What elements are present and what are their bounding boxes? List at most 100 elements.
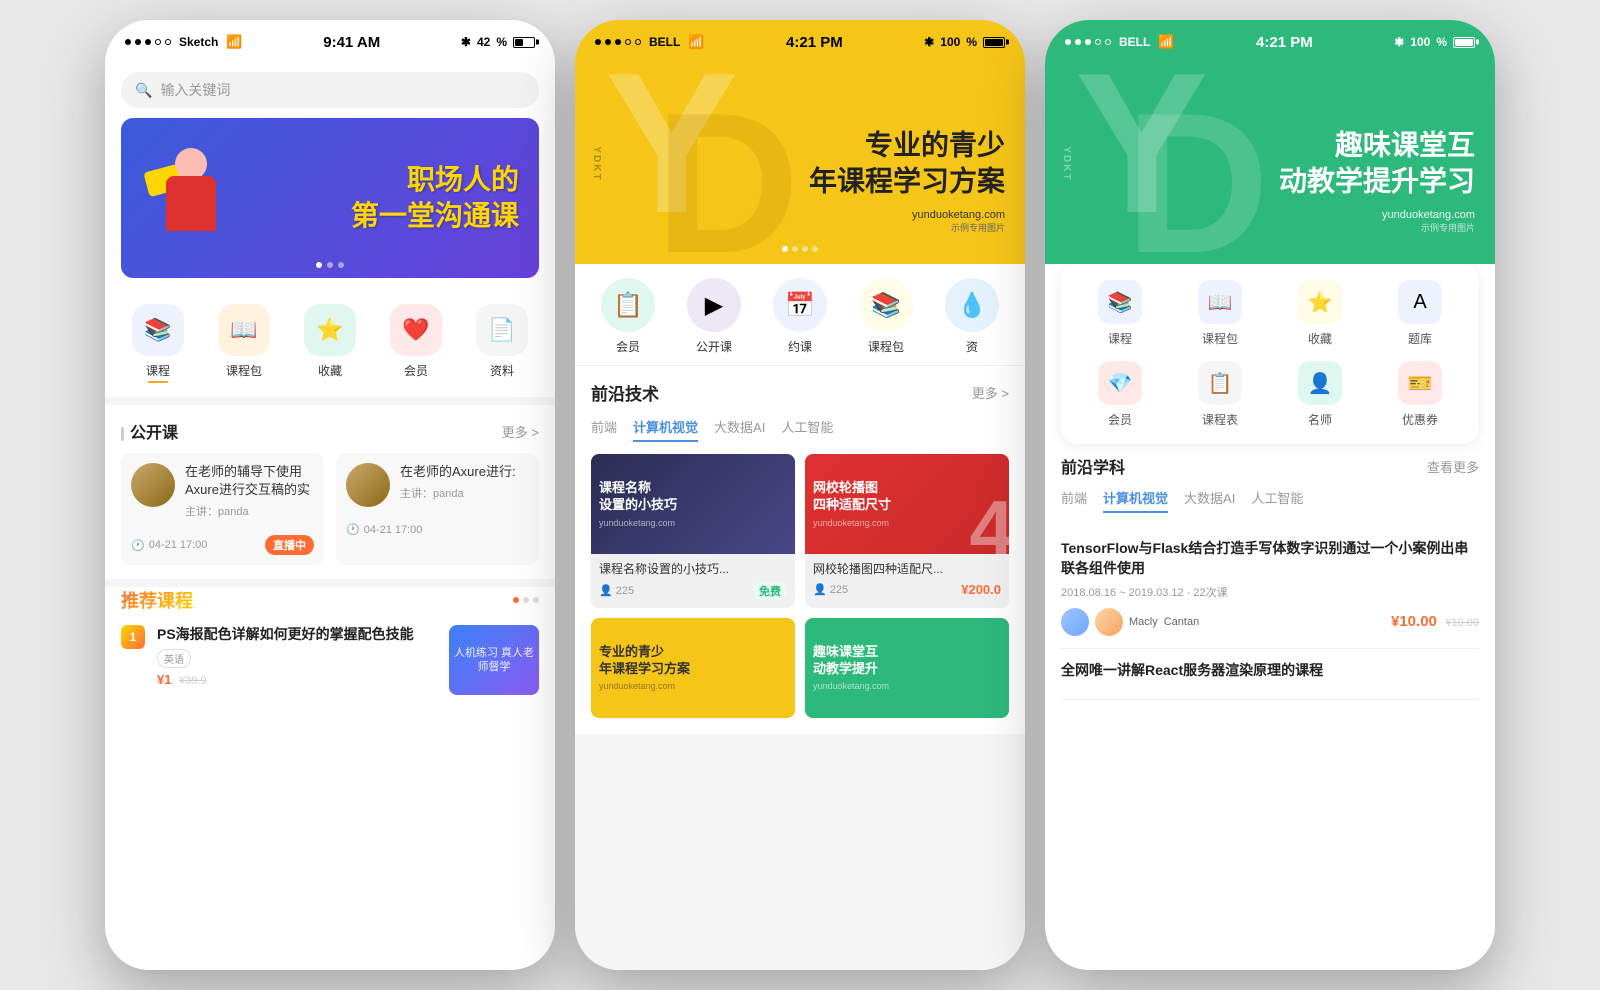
p3-nav-package[interactable]: 📖 课程包: [1177, 280, 1263, 347]
tab-bigdata-2[interactable]: 大数据AI: [714, 417, 765, 442]
p2-nav-member[interactable]: 📋 会员: [601, 278, 655, 355]
p3-course-footer-1: Macly Cantan ¥10.00 ¥10.00: [1061, 608, 1479, 636]
recommend-dots: [513, 597, 539, 603]
pd-4: [812, 246, 818, 252]
p2-course-card-2[interactable]: 网校轮播图四种适配尺寸 yunduoketang.com 4 网校轮播图四种适配…: [805, 454, 1009, 608]
person-body: [166, 176, 216, 231]
p3-more[interactable]: 查看更多: [1427, 457, 1479, 476]
public-title: 公开课: [121, 419, 178, 443]
p3-nav-course[interactable]: 📚 课程: [1077, 280, 1163, 347]
p2-thumb-number: 4: [970, 489, 1010, 554]
p2-nav-public[interactable]: ▶ 公开课: [687, 278, 741, 355]
p2-students-2: 👤 225: [813, 583, 848, 596]
tab-frontend-2[interactable]: 前端: [591, 417, 617, 442]
banner-main-text-3: 趣味课堂互 动教学提升学习: [1279, 128, 1475, 201]
p2-card-footer-2: 网校轮播图四种适配尺... 👤 225 ¥200.0: [805, 554, 1009, 605]
p3-nav-teacher[interactable]: 👤 名师: [1277, 361, 1363, 428]
course-card-2[interactable]: 在老师的Axure进行: 主讲：panda 🕐 04-21 17:00: [336, 453, 539, 565]
sig-dot-32: [1075, 39, 1081, 45]
banner-sub-2: yunduoketang.com 示例专用图片: [912, 209, 1005, 234]
nav-item-member[interactable]: ❤️ 会员: [390, 304, 442, 383]
card-avatar-row-1: 在老师的辅导下使用Axure进行交互稿的实 主讲：panda: [121, 453, 324, 529]
sig-dot-24: [625, 39, 631, 45]
battery-pct-1: 42: [477, 35, 490, 49]
teacher-avatar-cantan: [1095, 608, 1123, 636]
battery-icon-1: [513, 37, 535, 48]
p2-nav-material[interactable]: 💧 资: [945, 278, 999, 355]
p2-course-card-3[interactable]: 专业的青少年课程学习方案 yunduoketang.com: [591, 618, 795, 718]
p2-thumb-2: 网校轮播图四种适配尺寸 yunduoketang.com 4: [805, 454, 1009, 554]
phone-3: BELL 📶 4:21 PM ✱ 100% YDKT Y D 趣味课堂互 动教学…: [1045, 20, 1495, 970]
p2-nav-package[interactable]: 📚 课程包: [859, 278, 913, 355]
p2-course-card-1[interactable]: 课程名称设置的小技巧 yunduoketang.com 课程名称设置的小技巧..…: [591, 454, 795, 608]
p2-more[interactable]: 更多 >: [972, 383, 1009, 402]
p3-course-meta-1: 2018.08.16 ~ 2019.03.12 · 22次课: [1061, 584, 1479, 600]
p3-label-coupon: 优惠券: [1402, 411, 1438, 428]
public-more[interactable]: 更多 >: [502, 422, 539, 441]
course-card-1[interactable]: 在老师的辅导下使用Axure进行交互稿的实 主讲：panda 🕐 04-21 1…: [121, 453, 324, 565]
p2-nav-booking[interactable]: 📅 约课: [773, 278, 827, 355]
p3-course-item-2[interactable]: 全网唯一讲解React服务器渲染原理的课程: [1061, 649, 1479, 700]
bt-icon-3: ✱: [1394, 35, 1404, 49]
p2-tabs-row: 前端 计算机视觉 大数据AI 人工智能: [575, 413, 1025, 454]
p3-tab-ai[interactable]: 人工智能: [1251, 488, 1303, 513]
tab-ai-2[interactable]: 人工智能: [781, 417, 833, 442]
card-title-2: 在老师的Axure进行:: [400, 463, 529, 481]
nav-item-collect[interactable]: ⭐ 收藏: [304, 304, 356, 383]
p3-section-title: 前沿学科: [1061, 454, 1125, 478]
p2-thumb-overlay-1: 课程名称设置的小技巧 yunduoketang.com: [591, 454, 795, 554]
status-right-3: ✱ 100%: [1394, 35, 1475, 49]
p2-price-2: ¥200.0: [961, 582, 1001, 597]
p2-icon-material: 💧: [945, 278, 999, 332]
p3-tab-frontend[interactable]: 前端: [1061, 488, 1087, 513]
rec-price-1: ¥1 ¥39.9: [157, 672, 437, 687]
search-input-1[interactable]: 🔍 输入关键词: [121, 72, 539, 108]
battery-pct-2: 100: [940, 35, 960, 49]
person-figure: [141, 138, 241, 278]
nav-label-course: 课程: [146, 362, 170, 379]
bg-d-char-3: D: [1125, 84, 1269, 264]
p2-course-card-4[interactable]: 趣味课堂互动教学提升 yunduoketang.com: [805, 618, 1009, 718]
signal-dot-2: [135, 39, 141, 45]
p2-icon-public: ▶: [687, 278, 741, 332]
nav-item-material[interactable]: 📄 资料: [476, 304, 528, 383]
p3-nav-collect[interactable]: ⭐ 收藏: [1277, 280, 1363, 347]
teacher-name-cantan: Cantan: [1164, 616, 1199, 628]
time-text-1: 04-21 17:00: [149, 539, 208, 551]
tab-cv-2[interactable]: 计算机视觉: [633, 417, 698, 442]
signal-dot-4: [155, 39, 161, 45]
p3-nav-questions[interactable]: A 题库: [1377, 280, 1463, 347]
nav-item-course[interactable]: 📚 课程: [132, 304, 184, 383]
phone3-grid-nav: 📚 课程 📖 课程包 ⭐ 收藏 A 题库 💎 会员 📋 课程表: [1061, 264, 1479, 444]
p2-courses-grid: 课程名称设置的小技巧 yunduoketang.com 课程名称设置的小技巧..…: [575, 454, 1025, 734]
p3-tab-bigdata[interactable]: 大数据AI: [1184, 488, 1235, 513]
card-time-1: 🕐 04-21 17:00: [131, 539, 207, 552]
banner-line2-2: 年课程学习方案: [809, 164, 1005, 200]
p3-nav-schedule[interactable]: 📋 课程表: [1177, 361, 1263, 428]
nav-icon-member: ❤️: [390, 304, 442, 356]
nav-icon-material: 📄: [476, 304, 528, 356]
p3-nav-member[interactable]: 💎 会员: [1077, 361, 1163, 428]
p2-thumb-overlay-4: 趣味课堂互动教学提升 yunduoketang.com: [805, 618, 1009, 718]
p3-sample: 示例专用图片: [1382, 221, 1475, 234]
recommend-item-1[interactable]: 1 PS海报配色详解如何更好的掌握配色技能 英语 ¥1 ¥39.9 人机练习 真…: [121, 625, 539, 695]
banner-main-text-2: 专业的青少 年课程学习方案: [809, 128, 1005, 201]
card-footer-1: 🕐 04-21 17:00 直播中: [121, 529, 324, 565]
status-right-2: ✱ 100%: [924, 35, 1005, 49]
rec-dot-2: [523, 597, 529, 603]
p2-thumb-site-3: yunduoketang.com: [599, 681, 787, 691]
card-info-1: 在老师的辅导下使用Axure进行交互稿的实 主讲：panda: [185, 463, 314, 519]
p2-thumb-title-4: 趣味课堂互动教学提升: [813, 644, 1001, 678]
p3-course-item-1[interactable]: TensorFlow与Flask结合打造手写体数字识别通过一个小案例出串联各组件…: [1061, 527, 1479, 649]
p3-label-member: 会员: [1108, 411, 1132, 428]
card-title-1: 在老师的辅导下使用Axure进行交互稿的实: [185, 463, 314, 499]
banner-dot-2: [327, 262, 333, 268]
card-footer-2: 🕐 04-21 17:00: [336, 517, 539, 546]
teacher-avatar-macly: [1061, 608, 1089, 636]
ta-img-cantan: [1095, 608, 1123, 636]
p3-nav-coupon[interactable]: 🎫 优惠券: [1377, 361, 1463, 428]
p3-tab-cv[interactable]: 计算机视觉: [1103, 488, 1168, 513]
nav-item-package[interactable]: 📖 课程包: [218, 304, 270, 383]
rec-dot-1: [513, 597, 519, 603]
banner-dots-1: [316, 262, 344, 268]
